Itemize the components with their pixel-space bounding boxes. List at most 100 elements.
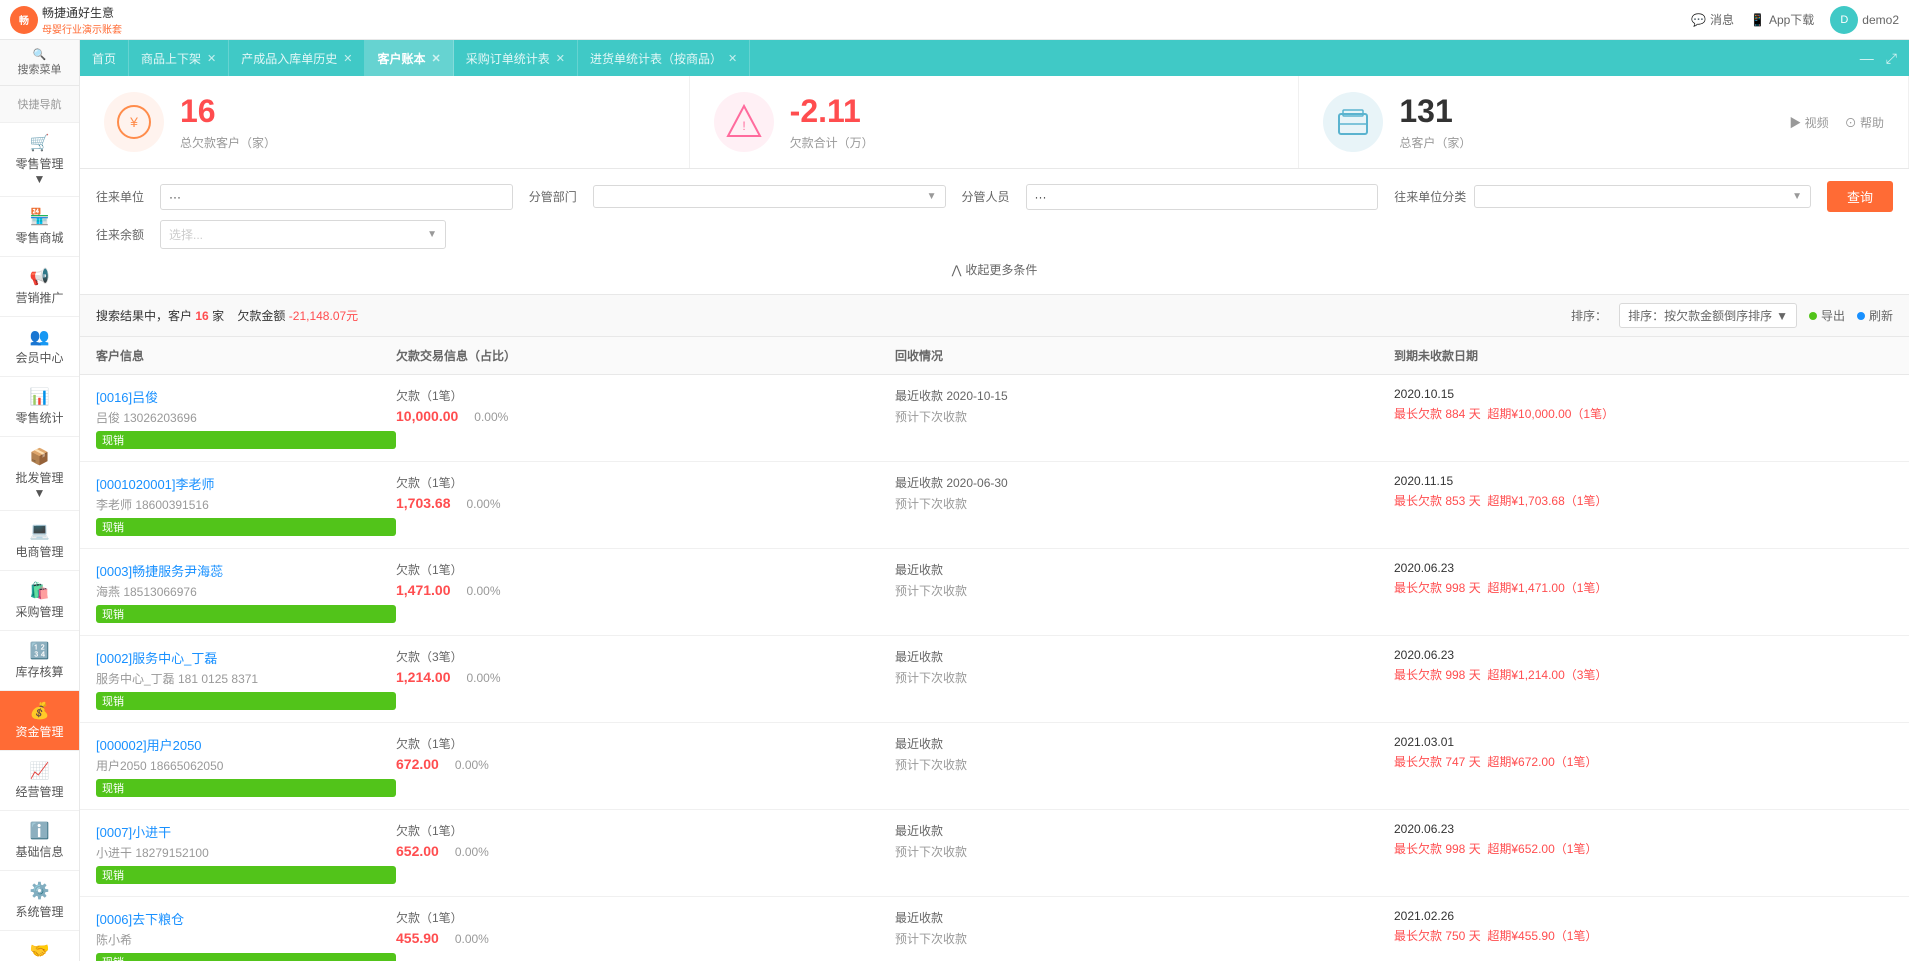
sidebar-item-retail-mall[interactable]: 🏪 零售商城 <box>0 197 79 257</box>
customer-name-2[interactable]: [0003]畅捷服务尹海蕊 <box>96 561 396 580</box>
app-download-btn[interactable]: 📱 App下载 <box>1750 11 1814 28</box>
logo-area: 畅 畅捷通好生意 母婴行业演示账套 <box>10 4 122 36</box>
tab-maximize-btn[interactable]: ⤢ <box>1882 48 1901 69</box>
view-btn[interactable]: ▶ 视频 <box>1789 114 1828 131</box>
content-area: 首页 商品上下架 ✕ 产成品入库单历史 ✕ 客户账本 ✕ 采购订单统计表 ✕ 进… <box>80 40 1909 961</box>
customer-name-5[interactable]: [0007]小进干 <box>96 822 396 841</box>
sidebar-item-stock-check[interactable]: 🔢 库存核算 <box>0 631 79 691</box>
operation-mgmt-icon: 📈 <box>4 761 75 781</box>
overdue-date-2: 2020.06.23 <box>1394 561 1893 575</box>
table-row: [0002]服务中心_丁磊 服务中心_丁磊 181 0125 8371 现销 欠… <box>80 636 1909 723</box>
collapse-btn[interactable]: ⋀ 收起更多条件 <box>96 257 1893 282</box>
tab-purchase-stat[interactable]: 进货单统计表（按商品） ✕ <box>578 40 750 76</box>
recovery-date-3: 最近收款 <box>895 648 1394 665</box>
sort-select[interactable]: 排序：按欠款金额倒序排序 ▼ <box>1619 303 1797 328</box>
sidebar-item-retail-stat[interactable]: 📊 零售统计 <box>0 377 79 437</box>
sidebar-item-purchase-mgmt[interactable]: 🛍️ 采购管理 <box>0 571 79 631</box>
from-unit-input[interactable]: ··· <box>160 184 513 210</box>
refresh-btn[interactable]: 刷新 <box>1857 307 1893 324</box>
overdue-detail-6[interactable]: 最长欠款 750 天 超期¥455.90（1笔） <box>1394 927 1893 944</box>
sidebar-item-enterprise-collab[interactable]: 🤝 企业协同 <box>0 931 79 961</box>
customer-info-4: [000002]用户2050 用户2050 18665062050 现销 <box>96 735 396 797</box>
overdue-detail-2[interactable]: 最长欠款 998 天 超期¥1,471.00（1笔） <box>1394 579 1893 596</box>
unit-category-label: 往来单位分类 <box>1394 188 1466 205</box>
table-row: [0007]小进干 小进干 18279152100 现销 欠款（1笔） 652.… <box>80 810 1909 897</box>
stat-info-debt-amount: -2.11 欠款合计（万） <box>790 93 874 151</box>
store-label[interactable]: 母婴行业演示账套 <box>42 21 122 36</box>
data-table: 客户信息 欠款交易信息（占比） 回收情况 到期未收款日期 [0016]吕俊 吕俊… <box>80 337 1909 961</box>
stat-card-right: ▶ 视频 ⊙ 帮助 <box>1789 114 1884 131</box>
sidebar-search[interactable]: 🔍 搜索菜单 <box>0 40 79 86</box>
debt-count-4: 欠款（1笔） <box>396 735 895 752</box>
customer-tag-1: 现销 <box>96 518 396 536</box>
debt-info-6: 欠款（1笔） 455.90 0.00% <box>396 909 895 961</box>
debt-amount-6: 455.90 <box>396 930 439 946</box>
stat-info-total-customers: 131 总客户（家） <box>1399 93 1471 151</box>
customer-name-0[interactable]: [0016]吕俊 <box>96 387 396 406</box>
search-button[interactable]: 查询 <box>1827 181 1893 212</box>
message-btn[interactable]: 💬 消息 <box>1691 11 1734 28</box>
debt-amount-0: 10,000.00 <box>396 408 458 424</box>
sidebar-item-member[interactable]: 👥 会员中心 <box>0 317 79 377</box>
tab-minimize-btn[interactable]: — <box>1856 48 1878 68</box>
sort-arrow-icon: ▼ <box>1776 309 1788 323</box>
tab-home[interactable]: 首页 <box>80 40 129 76</box>
close-tab-product-history[interactable]: ✕ <box>343 52 352 65</box>
sidebar-item-system-mgmt[interactable]: ⚙️ 系统管理 <box>0 871 79 931</box>
retail-stat-icon: 📊 <box>4 387 75 407</box>
manager-input[interactable]: ··· <box>1026 184 1379 210</box>
sidebar-item-fund-mgmt[interactable]: 💰 资金管理 <box>0 691 79 751</box>
customer-name-1[interactable]: [0001020001]李老师 <box>96 474 396 493</box>
stat-label-debt-customers: 总欠款客户（家） <box>180 134 276 151</box>
stat-label-debt-amount: 欠款合计（万） <box>790 134 874 151</box>
sidebar-item-batch-mgmt[interactable]: 📦 批发管理 ▼ <box>0 437 79 511</box>
debt-ratio-4: 0.00% <box>455 758 489 772</box>
close-tab-purchase-order[interactable]: ✕ <box>556 52 565 65</box>
user-menu[interactable]: D demo2 <box>1830 6 1899 34</box>
overdue-detail-1[interactable]: 最长欠款 853 天 超期¥1,703.68（1笔） <box>1394 492 1893 509</box>
results-bar: 搜索结果中，客户 16 家 欠款金额 -21,148.07元 排序： 排序：按欠… <box>80 295 1909 337</box>
col-recovery: 回收情况 <box>895 347 1394 364</box>
customer-name-6[interactable]: [0006]去下粮仓 <box>96 909 396 928</box>
close-tab-customer-account[interactable]: ✕ <box>432 52 441 65</box>
overdue-detail-5[interactable]: 最长欠款 998 天 超期¥652.00（1笔） <box>1394 840 1893 857</box>
sidebar-item-operation-mgmt[interactable]: 📈 经营管理 <box>0 751 79 811</box>
stat-value-total-customers: 131 <box>1399 93 1471 130</box>
debt-ratio-5: 0.00% <box>455 845 489 859</box>
page-content: ¥ 16 总欠款客户（家） ! -2.11 欠款合计（万） <box>80 76 1909 961</box>
stock-check-icon: 🔢 <box>4 641 75 661</box>
overdue-date-6: 2021.02.26 <box>1394 909 1893 923</box>
system-mgmt-icon: ⚙️ <box>4 881 75 901</box>
stat-card-debt-customers: ¥ 16 总欠款客户（家） <box>80 76 690 168</box>
customer-info-0: [0016]吕俊 吕俊 13026203696 现销 <box>96 387 396 449</box>
tab-product-history[interactable]: 产成品入库单历史 ✕ <box>229 40 365 76</box>
tab-product-offline[interactable]: 商品上下架 ✕ <box>129 40 229 76</box>
recovery-info-3: 最近收款 预计下次收款 <box>895 648 1394 710</box>
overdue-date-5: 2020.06.23 <box>1394 822 1893 836</box>
recovery-date-1: 最近收款 2020-06-30 <box>895 474 1394 491</box>
stat-icon-debt: ¥ <box>104 92 164 152</box>
department-select[interactable]: ▼ <box>593 185 946 208</box>
unit-category-select[interactable]: ▼ <box>1474 185 1811 208</box>
sidebar-item-ecommerce[interactable]: 💻 电商管理 <box>0 511 79 571</box>
help-btn[interactable]: ⊙ 帮助 <box>1845 114 1884 131</box>
table-row: [0001020001]李老师 李老师 18600391516 现销 欠款（1笔… <box>80 462 1909 549</box>
close-tab-purchase-stat[interactable]: ✕ <box>728 52 737 65</box>
sidebar-item-marketing[interactable]: 📢 营销推广 <box>0 257 79 317</box>
balance-select[interactable]: 选择... ▼ <box>160 220 446 249</box>
tab-customer-account[interactable]: 客户账本 ✕ <box>365 40 453 76</box>
sidebar-item-basic-info[interactable]: ℹ️ 基础信息 <box>0 811 79 871</box>
overdue-detail-0[interactable]: 最长欠款 884 天 超期¥10,000.00（1笔） <box>1394 405 1893 422</box>
customer-name-3[interactable]: [0002]服务中心_丁磊 <box>96 648 396 667</box>
marketing-icon: 📢 <box>4 267 75 287</box>
table-header: 客户信息 欠款交易信息（占比） 回收情况 到期未收款日期 <box>80 337 1909 375</box>
customer-name-4[interactable]: [000002]用户2050 <box>96 735 396 754</box>
tab-purchase-order[interactable]: 采购订单统计表 ✕ <box>454 40 578 76</box>
export-btn[interactable]: 导出 <box>1809 307 1845 324</box>
sidebar-item-retail-mgmt[interactable]: 🛒 零售管理 ▼ <box>0 123 79 197</box>
overdue-detail-4[interactable]: 最长欠款 747 天 超期¥672.00（1笔） <box>1394 753 1893 770</box>
close-tab-product-offline[interactable]: ✕ <box>207 52 216 65</box>
overdue-detail-3[interactable]: 最长欠款 998 天 超期¥1,214.00（3笔） <box>1394 666 1893 683</box>
sidebar-item-nav[interactable]: 快捷导航 <box>0 86 79 123</box>
top-bar-right: 💬 消息 📱 App下载 D demo2 <box>1691 6 1899 34</box>
